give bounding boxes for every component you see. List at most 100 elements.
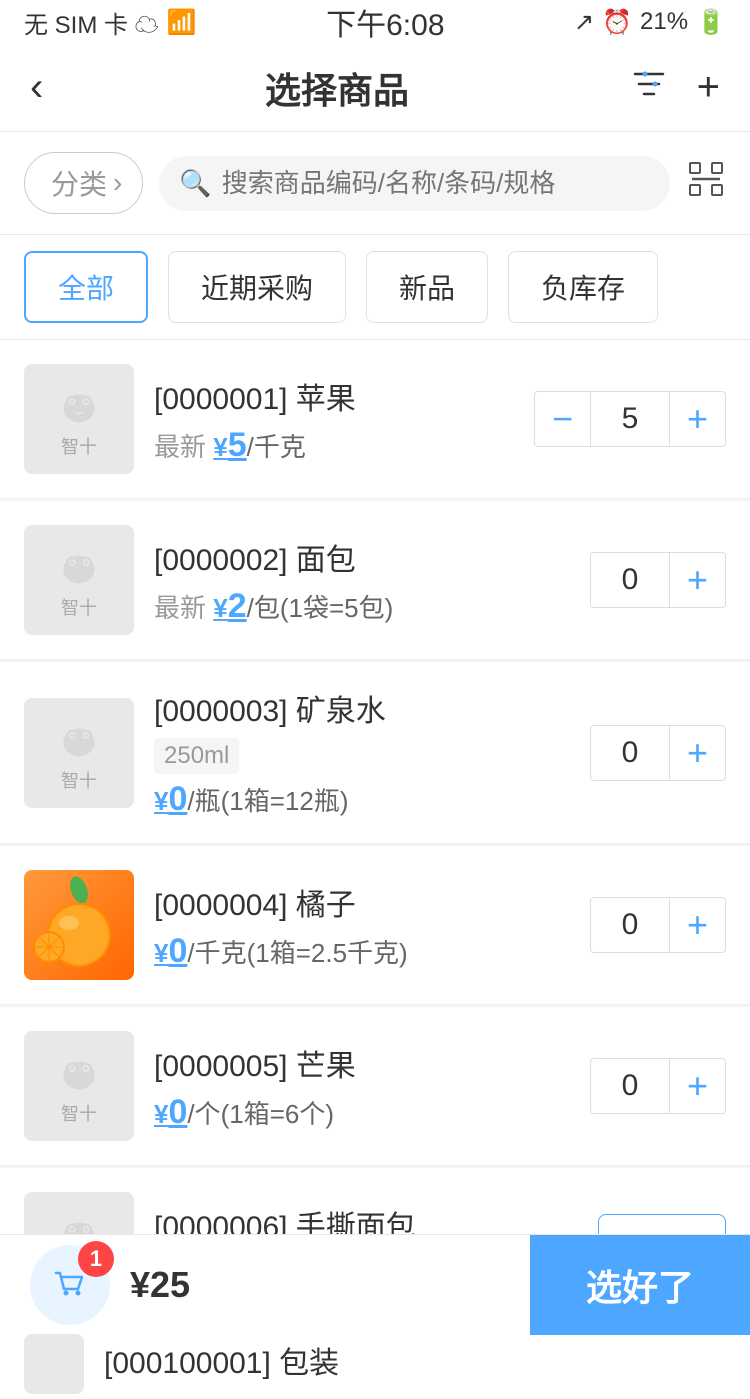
qty-input-0000001[interactable]: [590, 391, 670, 447]
product-info-0000003: [0000003] 矿泉水 250ml ¥0/瓶(1箱=12瓶): [154, 686, 570, 819]
qty-input-0000005[interactable]: [590, 1058, 670, 1114]
tab-new[interactable]: 新品: [366, 251, 488, 323]
product-placeholder-icon: 智十: [39, 540, 119, 620]
product-name-0000001: [0000001] 苹果: [154, 374, 514, 418]
tab-recent-label: 近期采购: [201, 273, 313, 304]
product-price-0000002: 最新 ¥2/包(1袋=5包): [154, 587, 570, 626]
qty-plus-button-0000003[interactable]: +: [670, 725, 726, 781]
filter-bar: 分类 › 🔍: [0, 132, 750, 235]
category-button[interactable]: 分类 ›: [24, 152, 143, 214]
filter-icon[interactable]: [631, 66, 667, 110]
qty-control-0000002: +: [590, 552, 726, 608]
product-info-0000001: [0000001] 苹果 最新 ¥5/千克: [154, 374, 514, 465]
tabs-bar: 全部 近期采购 新品 负库存: [0, 235, 750, 340]
price-currency: ¥: [213, 593, 227, 623]
product-thumb-0000002: 智十: [24, 525, 134, 635]
product-item-partial: [000100001] 包装: [0, 1329, 750, 1399]
battery-level: 21%: [640, 8, 688, 36]
back-button[interactable]: ‹: [30, 65, 43, 110]
qty-plus-button-0000004[interactable]: +: [670, 897, 726, 953]
product-name-0000005: [0000005] 芒果: [154, 1041, 570, 1085]
price-value: 2: [228, 587, 247, 625]
price-currency: ¥: [154, 786, 168, 816]
qty-input-0000003[interactable]: [590, 725, 670, 781]
tab-recent[interactable]: 近期采购: [168, 251, 346, 323]
price-value: 0: [168, 932, 187, 970]
product-name-0000003: [0000003] 矿泉水: [154, 686, 570, 730]
price-unit: /千克(1箱=2.5千克): [187, 938, 407, 968]
product-placeholder-icon: 智十: [39, 1046, 119, 1126]
price-label: 最新: [154, 432, 206, 462]
battery-icon: 🔋: [696, 8, 726, 37]
page-title: 选择商品: [265, 62, 409, 114]
cart-area: 1 ¥25: [0, 1245, 530, 1325]
nav-actions: +: [631, 65, 720, 110]
product-thumb-0000004: [24, 870, 134, 980]
wifi-icon: 📶: [167, 8, 197, 37]
product-item-0000003: 智十 [0000003] 矿泉水 250ml ¥0/瓶(1箱=12瓶) +: [0, 662, 750, 844]
qty-plus-button-0000005[interactable]: +: [670, 1058, 726, 1114]
product-price-0000001: 最新 ¥5/千克: [154, 426, 514, 465]
product-placeholder-icon: 智十: [39, 713, 119, 793]
product-thumb-0000003: 智十: [24, 698, 134, 808]
tab-new-label: 新品: [399, 273, 455, 304]
status-left: 无 SIM 卡 ☁ 📶: [24, 5, 197, 40]
price-unit: /千克: [247, 432, 306, 462]
cart-badge: 1: [78, 1241, 114, 1277]
location-icon: ↗: [574, 8, 594, 37]
product-item-0000005: 智十 [0000005] 芒果 ¥0/个(1箱=6个) +: [0, 1007, 750, 1166]
product-spec-0000003: 250ml: [154, 738, 239, 774]
product-name-0000002: [0000002] 面包: [154, 535, 570, 579]
scan-icon[interactable]: [686, 159, 726, 208]
cart-icon-button[interactable]: 1: [30, 1245, 110, 1325]
price-value: 0: [168, 1093, 187, 1131]
product-price-0000004: ¥0/千克(1箱=2.5千克): [154, 932, 570, 971]
price-unit: /包(1袋=5包): [247, 593, 394, 623]
qty-control-0000005: +: [590, 1058, 726, 1114]
confirm-button[interactable]: 选好了: [530, 1235, 750, 1335]
search-input[interactable]: [222, 168, 650, 199]
price-label: 最新: [154, 593, 206, 623]
qty-minus-button-0000001[interactable]: −: [534, 391, 590, 447]
product-price-0000005: ¥0/个(1箱=6个): [154, 1093, 570, 1132]
alarm-icon: ⏰: [602, 8, 632, 37]
qty-input-0000002[interactable]: [590, 552, 670, 608]
status-right: ↗ ⏰ 21% 🔋: [574, 8, 726, 37]
price-value: 5: [228, 426, 247, 464]
qty-input-0000004[interactable]: [590, 897, 670, 953]
qty-plus-button-0000001[interactable]: +: [670, 391, 726, 447]
product-name-partial: [000100001] 包装: [104, 1338, 726, 1382]
nav-bar: ‹ 选择商品 +: [0, 44, 750, 132]
status-time: 下午6:08: [326, 0, 444, 44]
search-wrapper: 🔍: [159, 156, 670, 211]
product-name-0000004: [0000004] 橘子: [154, 880, 570, 924]
search-icon: 🔍: [179, 168, 211, 199]
tab-negative[interactable]: 负库存: [508, 251, 658, 323]
bottom-bar: 1 ¥25 选好了: [0, 1234, 750, 1334]
tab-all-label: 全部: [58, 273, 114, 304]
product-thumb-0000005: 智十: [24, 1031, 134, 1141]
product-info-0000005: [0000005] 芒果 ¥0/个(1箱=6个): [154, 1041, 570, 1132]
status-bar: 无 SIM 卡 ☁ 📶 下午6:08 ↗ ⏰ 21% 🔋: [0, 0, 750, 44]
qty-control-0000003: +: [590, 725, 726, 781]
category-chevron: ›: [113, 167, 122, 199]
product-price-0000003: ¥0/瓶(1箱=12瓶): [154, 780, 570, 819]
tab-all[interactable]: 全部: [24, 251, 148, 323]
product-item-0000001: 智十 [0000001] 苹果 最新 ¥5/千克 − +: [0, 340, 750, 499]
product-item-0000002: 智十 [0000002] 面包 最新 ¥2/包(1袋=5包) +: [0, 501, 750, 660]
add-icon[interactable]: +: [697, 65, 720, 110]
category-label: 分类: [51, 163, 107, 203]
sim-status: 无 SIM 卡 ☁: [24, 5, 159, 40]
qty-control-0000004: +: [590, 897, 726, 953]
price-value: 0: [168, 780, 187, 818]
price-unit: /个(1箱=6个): [187, 1099, 334, 1129]
product-placeholder-icon: 智十: [39, 379, 119, 459]
product-thumb-partial: [24, 1334, 84, 1394]
tab-negative-label: 负库存: [541, 273, 625, 304]
product-item-0000004: [0000004] 橘子 ¥0/千克(1箱=2.5千克) +: [0, 846, 750, 1005]
qty-control-0000001: − +: [534, 391, 726, 447]
qty-plus-button-0000002[interactable]: +: [670, 552, 726, 608]
product-info-0000004: [0000004] 橘子 ¥0/千克(1箱=2.5千克): [154, 880, 570, 971]
cart-total: ¥25: [130, 1264, 190, 1306]
product-thumb-0000001: 智十: [24, 364, 134, 474]
